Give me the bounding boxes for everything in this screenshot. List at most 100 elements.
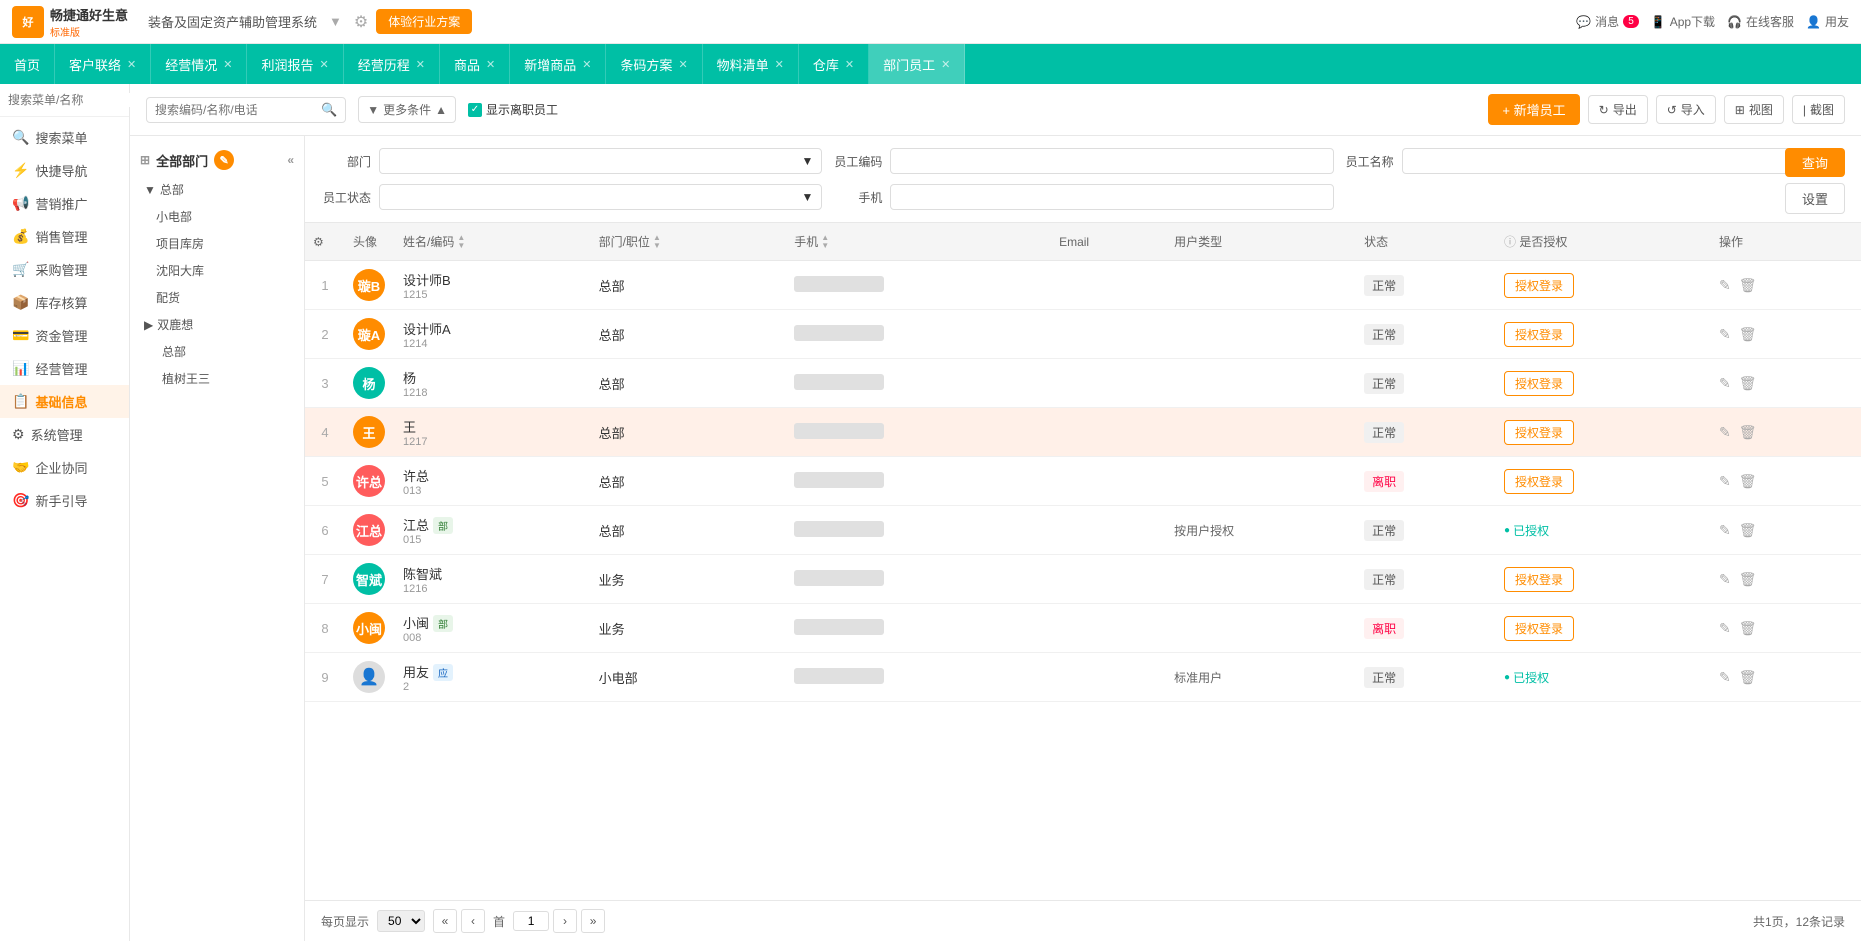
prev-page-btn[interactable]: ‹ [461, 909, 485, 933]
nav-new-goods[interactable]: 新增商品 ✕ [510, 44, 606, 84]
dept-item-shenyang[interactable]: 沈阳大库 [138, 257, 296, 284]
close-new-goods-icon[interactable]: ✕ [582, 58, 591, 71]
status-select[interactable]: ▼ [379, 184, 822, 210]
view-btn[interactable]: ⊞ 视图 [1724, 95, 1784, 124]
close-operations-icon[interactable]: ✕ [223, 58, 232, 71]
sidebar-item-finance[interactable]: 💳 资金管理 [0, 319, 129, 352]
resigned-checkbox[interactable]: ✓ [468, 103, 482, 117]
first-page-btn[interactable]: « [433, 909, 457, 933]
close-goods-icon[interactable]: ✕ [486, 58, 495, 71]
app-download-btn[interactable]: 📱 App下载 [1651, 13, 1715, 30]
edit-icon[interactable]: ✎ [1719, 375, 1731, 392]
settings-icon[interactable]: ⚙ [354, 12, 368, 32]
empcode-input[interactable] [890, 148, 1333, 174]
next-page-btn[interactable]: › [553, 909, 577, 933]
sidebar-item-collab[interactable]: 🤝 企业协同 [0, 451, 129, 484]
edit-icon[interactable]: ✎ [1719, 669, 1731, 686]
import-btn[interactable]: ↺ 导入 [1656, 95, 1716, 124]
sidebar-item-system[interactable]: ⚙ 系统管理 [0, 418, 129, 451]
edit-icon[interactable]: ✎ [1719, 277, 1731, 294]
close-profit-icon[interactable]: ✕ [320, 58, 329, 71]
col-settings[interactable]: ⚙ [305, 223, 345, 261]
main-search-icon[interactable]: 🔍 [321, 102, 337, 118]
dept-item-zongbu2[interactable]: 总部 [138, 338, 296, 365]
sidebar-item-marketing[interactable]: 📢 营销推广 [0, 187, 129, 220]
more-filters-btn[interactable]: ▼ 更多条件 ▲ [358, 96, 456, 123]
page-input[interactable] [513, 911, 549, 931]
close-barcode-icon[interactable]: ✕ [678, 58, 687, 71]
dept-edit-btn[interactable]: ✎ [214, 150, 234, 170]
dept-item-zhishuwangsan[interactable]: 植树王三 [138, 365, 296, 392]
sidebar-item-quicknav[interactable]: ⚡ 快捷导航 [0, 154, 129, 187]
print-btn[interactable]: | 截图 [1792, 95, 1845, 124]
close-dept-icon[interactable]: ✕ [941, 58, 950, 71]
delete-icon[interactable]: 🗑 [1739, 375, 1757, 392]
auth-btn[interactable]: 授权登录 [1504, 420, 1574, 445]
nav-customer[interactable]: 客户联络 ✕ [55, 44, 151, 84]
nav-home[interactable]: 首页 [0, 44, 55, 84]
sidebar-item-operations[interactable]: 📊 经营管理 [0, 352, 129, 385]
online-service-btn[interactable]: 🎧 在线客服 [1727, 13, 1794, 30]
nav-goods[interactable]: 商品 ✕ [440, 44, 510, 84]
empname-input[interactable] [1402, 148, 1845, 174]
add-employee-btn[interactable]: + 新增员工 [1488, 94, 1579, 125]
user-avatar[interactable]: 👤 用友 [1806, 13, 1849, 30]
delete-icon[interactable]: 🗑 [1739, 326, 1757, 343]
dept-item-project[interactable]: 项目库房 [138, 230, 296, 257]
delete-icon[interactable]: 🗑 [1739, 620, 1757, 637]
nav-profit[interactable]: 利润报告 ✕ [247, 44, 343, 84]
sidebar-item-guide[interactable]: 🎯 新手引导 [0, 484, 129, 517]
edit-icon[interactable]: ✎ [1719, 326, 1731, 343]
col-name[interactable]: 姓名/编码 ▲▼ [395, 223, 591, 261]
dept-item-xiaodianbu[interactable]: 小电部 [138, 203, 296, 230]
last-page-btn[interactable]: » [581, 909, 605, 933]
export-btn[interactable]: ↻ 导出 [1588, 95, 1648, 124]
auth-btn[interactable]: 授权登录 [1504, 469, 1574, 494]
sidebar-item-sales[interactable]: 💰 销售管理 [0, 220, 129, 253]
dept-select[interactable]: ▼ [379, 148, 822, 174]
auth-btn[interactable]: 授权登录 [1504, 371, 1574, 396]
edit-icon[interactable]: ✎ [1719, 473, 1731, 490]
dept-collapse-btn[interactable]: « [287, 153, 294, 167]
delete-icon[interactable]: 🗑 [1739, 522, 1757, 539]
main-search-input[interactable] [155, 103, 315, 117]
dept-item-shuangluxiang[interactable]: ▶ 双鹿想 [138, 311, 296, 338]
delete-icon[interactable]: 🗑 [1739, 473, 1757, 490]
close-customer-icon[interactable]: ✕ [127, 58, 136, 71]
nav-history[interactable]: 经营历程 ✕ [344, 44, 440, 84]
close-history-icon[interactable]: ✕ [416, 58, 425, 71]
message-btn[interactable]: 💬 消息 5 [1576, 13, 1639, 30]
col-dept[interactable]: 部门/职位 ▲▼ [591, 223, 787, 261]
close-warehouse-icon[interactable]: ✕ [845, 58, 854, 71]
phone-input[interactable] [890, 184, 1333, 210]
dropdown-icon[interactable]: ▼ [329, 14, 342, 29]
edit-icon[interactable]: ✎ [1719, 620, 1731, 637]
edit-icon[interactable]: ✎ [1719, 571, 1731, 588]
close-bom-icon[interactable]: ✕ [775, 58, 784, 71]
dept-item-zongbu-expand[interactable]: ▼ 总部 [138, 176, 296, 203]
dept-item-distribution[interactable]: 配货 [138, 284, 296, 311]
delete-icon[interactable]: 🗑 [1739, 424, 1757, 441]
show-resigned-toggle[interactable]: ✓ 显示离职员工 [468, 101, 558, 118]
delete-icon[interactable]: 🗑 [1739, 669, 1757, 686]
trial-btn[interactable]: 体验行业方案 [376, 9, 472, 34]
nav-operations[interactable]: 经营情况 ✕ [151, 44, 247, 84]
sidebar-item-search[interactable]: 🔍 搜索菜单 [0, 121, 129, 154]
edit-icon[interactable]: ✎ [1719, 424, 1731, 441]
nav-dept-employee[interactable]: 部门员工 ✕ [869, 44, 965, 84]
col-phone[interactable]: 手机 ▲▼ [786, 223, 1051, 261]
edit-icon[interactable]: ✎ [1719, 522, 1731, 539]
sidebar-item-purchase[interactable]: 🛒 采购管理 [0, 253, 129, 286]
auth-btn[interactable]: 授权登录 [1504, 567, 1574, 592]
sidebar-item-basicinfo[interactable]: 📋 基础信息 [0, 385, 129, 418]
auth-btn[interactable]: 授权登录 [1504, 322, 1574, 347]
delete-icon[interactable]: 🗑 [1739, 277, 1757, 294]
auth-btn[interactable]: 授权登录 [1504, 273, 1574, 298]
nav-barcode[interactable]: 条码方案 ✕ [606, 44, 702, 84]
search-btn[interactable]: 查询 [1785, 148, 1845, 177]
nav-bom[interactable]: 物料清单 ✕ [703, 44, 799, 84]
sidebar-item-inventory[interactable]: 📦 库存核算 [0, 286, 129, 319]
reset-btn[interactable]: 设置 [1785, 183, 1845, 214]
page-size-select[interactable]: 50 [377, 910, 425, 932]
delete-icon[interactable]: 🗑 [1739, 571, 1757, 588]
